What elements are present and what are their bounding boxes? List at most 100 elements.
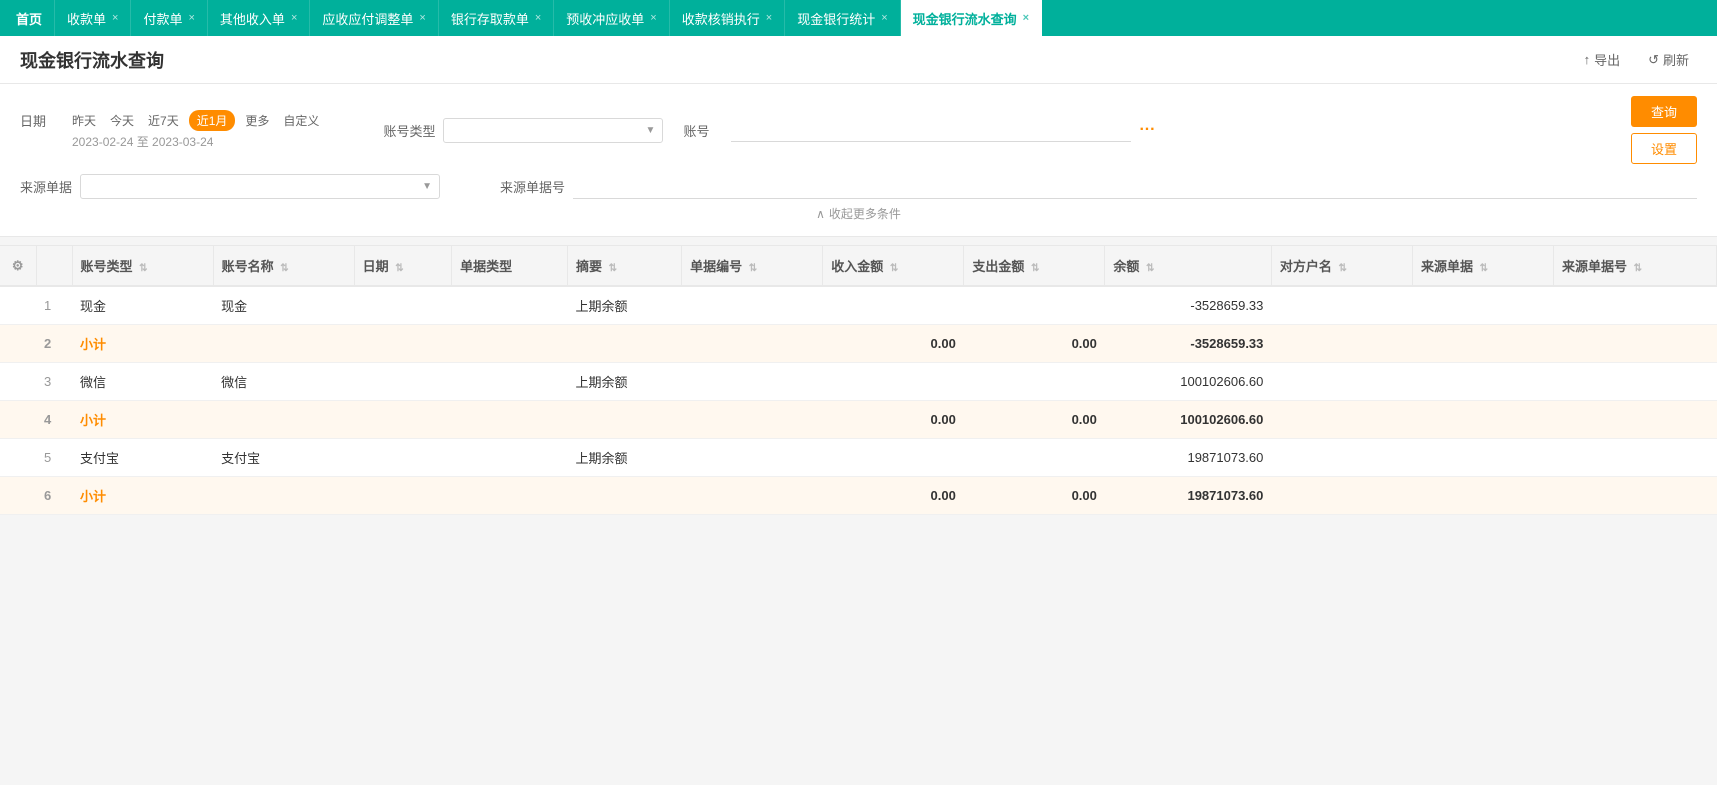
nav-tab-bank[interactable]: 银行存取款单 × — [439, 0, 554, 36]
table-cell — [354, 439, 451, 477]
table-cell — [964, 363, 1105, 401]
table-cell: 支付宝 — [72, 439, 213, 477]
query-button[interactable]: 查询 — [1631, 96, 1697, 127]
nav-tab-receipt[interactable]: 收款单 × — [55, 0, 131, 36]
account-dots-button[interactable]: ··· — [1139, 121, 1155, 139]
table-cell[interactable] — [0, 401, 36, 439]
top-nav: 首页 收款单 × 付款单 × 其他收入单 × 应收应付调整单 × 银行存取款单 … — [0, 0, 1717, 36]
table-cell — [213, 401, 354, 439]
nav-tab-ar-ap[interactable]: 应收应付调整单 × — [310, 0, 438, 36]
account-type-select[interactable] — [443, 118, 663, 143]
table-cell[interactable] — [0, 286, 36, 325]
col-income[interactable]: 收入金额 ⇅ — [823, 246, 964, 287]
table-cell: 现金 — [72, 286, 213, 325]
col-date[interactable]: 日期 ⇅ — [354, 246, 451, 287]
close-icon[interactable]: × — [291, 12, 297, 24]
close-icon[interactable]: × — [766, 12, 772, 24]
nav-tab-payment[interactable]: 付款单 × — [131, 0, 207, 36]
close-icon[interactable]: × — [535, 12, 541, 24]
table-cell — [452, 477, 568, 515]
table-cell — [823, 439, 964, 477]
table-cell — [1271, 363, 1412, 401]
table-cell: 2 — [36, 325, 72, 363]
source-doc-select-wrapper: ▼ — [80, 174, 440, 199]
table-cell — [354, 401, 451, 439]
table-cell — [1554, 363, 1717, 401]
table-cell — [1412, 286, 1553, 325]
source-doc-select[interactable] — [80, 174, 440, 199]
table-cell — [682, 477, 823, 515]
col-source-doc[interactable]: 来源单据 ⇅ — [1412, 246, 1553, 287]
close-icon[interactable]: × — [112, 12, 118, 24]
table-row: 3微信微信上期余额100102606.60 — [0, 363, 1717, 401]
close-icon[interactable]: × — [650, 12, 656, 24]
col-account-name[interactable]: 账号名称 ⇅ — [213, 246, 354, 287]
table-cell — [1554, 325, 1717, 363]
col-counterparty[interactable]: 对方户名 ⇅ — [1271, 246, 1412, 287]
col-expense[interactable]: 支出金额 ⇅ — [964, 246, 1105, 287]
sort-icon: ⇅ — [1146, 263, 1154, 274]
nav-tab-other-income[interactable]: 其他收入单 × — [208, 0, 310, 36]
refresh-button[interactable]: ↺ 刷新 — [1640, 46, 1697, 73]
date-btn-1month[interactable]: 近1月 — [189, 110, 236, 131]
filter-row-2: 来源单据 ▼ 来源单据号 — [20, 174, 1697, 199]
col-doc-type: 单据类型 — [452, 246, 568, 287]
table-cell — [452, 401, 568, 439]
close-icon[interactable]: × — [419, 12, 425, 24]
date-btn-today[interactable]: 今天 — [106, 110, 138, 131]
table-cell[interactable] — [0, 325, 36, 363]
date-label: 日期 — [20, 111, 60, 130]
col-summary[interactable]: 摘要 ⇅ — [567, 246, 681, 287]
table-cell: 19871073.60 — [1105, 439, 1272, 477]
filter-row-1: 日期 昨天 今天 近7天 近1月 更多 自定义 2023-02-24 至 202… — [20, 96, 1697, 164]
table-cell[interactable] — [0, 477, 36, 515]
close-icon[interactable]: × — [881, 12, 887, 24]
nav-tab-prepay[interactable]: 预收冲应收单 × — [554, 0, 669, 36]
table-cell — [1271, 401, 1412, 439]
table-cell: 现金 — [213, 286, 354, 325]
table-cell: 4 — [36, 401, 72, 439]
table-cell: 0.00 — [964, 401, 1105, 439]
table-cell — [1554, 439, 1717, 477]
source-doc-no-input[interactable] — [573, 175, 1697, 199]
date-btn-7days[interactable]: 近7天 — [144, 110, 183, 131]
nav-tab-cash-stats[interactable]: 现金银行统计 × — [785, 0, 900, 36]
close-icon[interactable]: × — [1023, 12, 1029, 24]
table-cell — [567, 401, 681, 439]
nav-tab-cash-flow[interactable]: 现金银行流水查询 × — [901, 0, 1042, 36]
nav-tab-verify[interactable]: 收款核销执行 × — [670, 0, 785, 36]
table-body: 1现金现金上期余额-3528659.332小计0.000.00-3528659.… — [0, 286, 1717, 515]
date-btn-yesterday[interactable]: 昨天 — [68, 110, 100, 131]
table-cell[interactable] — [0, 363, 36, 401]
date-btn-custom[interactable]: 自定义 — [279, 110, 323, 131]
table-cell — [682, 286, 823, 325]
account-input[interactable] — [731, 118, 1131, 142]
col-doc-no[interactable]: 单据编号 ⇅ — [682, 246, 823, 287]
collapse-label: 收起更多条件 — [829, 205, 901, 222]
col-source-doc-no[interactable]: 来源单据号 ⇅ — [1554, 246, 1717, 287]
table-cell: 支付宝 — [213, 439, 354, 477]
table-cell: 上期余额 — [567, 439, 681, 477]
filter-area: 日期 昨天 今天 近7天 近1月 更多 自定义 2023-02-24 至 202… — [0, 84, 1717, 237]
collapse-bar[interactable]: ∧ 收起更多条件 — [20, 199, 1697, 224]
settings-button[interactable]: 设置 — [1631, 133, 1697, 164]
table-row: 6小计0.000.0019871073.60 — [0, 477, 1717, 515]
export-button[interactable]: ↑ 导出 — [1576, 46, 1629, 73]
col-balance[interactable]: 余额 ⇅ — [1105, 246, 1272, 287]
close-icon[interactable]: × — [188, 12, 194, 24]
date-btn-more[interactable]: 更多 — [241, 110, 273, 131]
table-cell: 1 — [36, 286, 72, 325]
table-cell — [567, 477, 681, 515]
nav-tab-home[interactable]: 首页 — [4, 0, 55, 36]
table-cell — [567, 325, 681, 363]
col-account-type[interactable]: 账号类型 ⇅ — [72, 246, 213, 287]
date-shortcuts: 昨天 今天 近7天 近1月 更多 自定义 — [68, 110, 323, 131]
sort-icon: ⇅ — [1634, 263, 1642, 274]
table-cell[interactable] — [0, 439, 36, 477]
header-actions: ↑ 导出 ↺ 刷新 — [1576, 46, 1697, 73]
table-cell — [1412, 439, 1553, 477]
table-cell: 0.00 — [823, 401, 964, 439]
sort-icon: ⇅ — [395, 263, 403, 274]
table-cell: 微信 — [72, 363, 213, 401]
col-settings[interactable]: ⚙ — [0, 246, 36, 287]
